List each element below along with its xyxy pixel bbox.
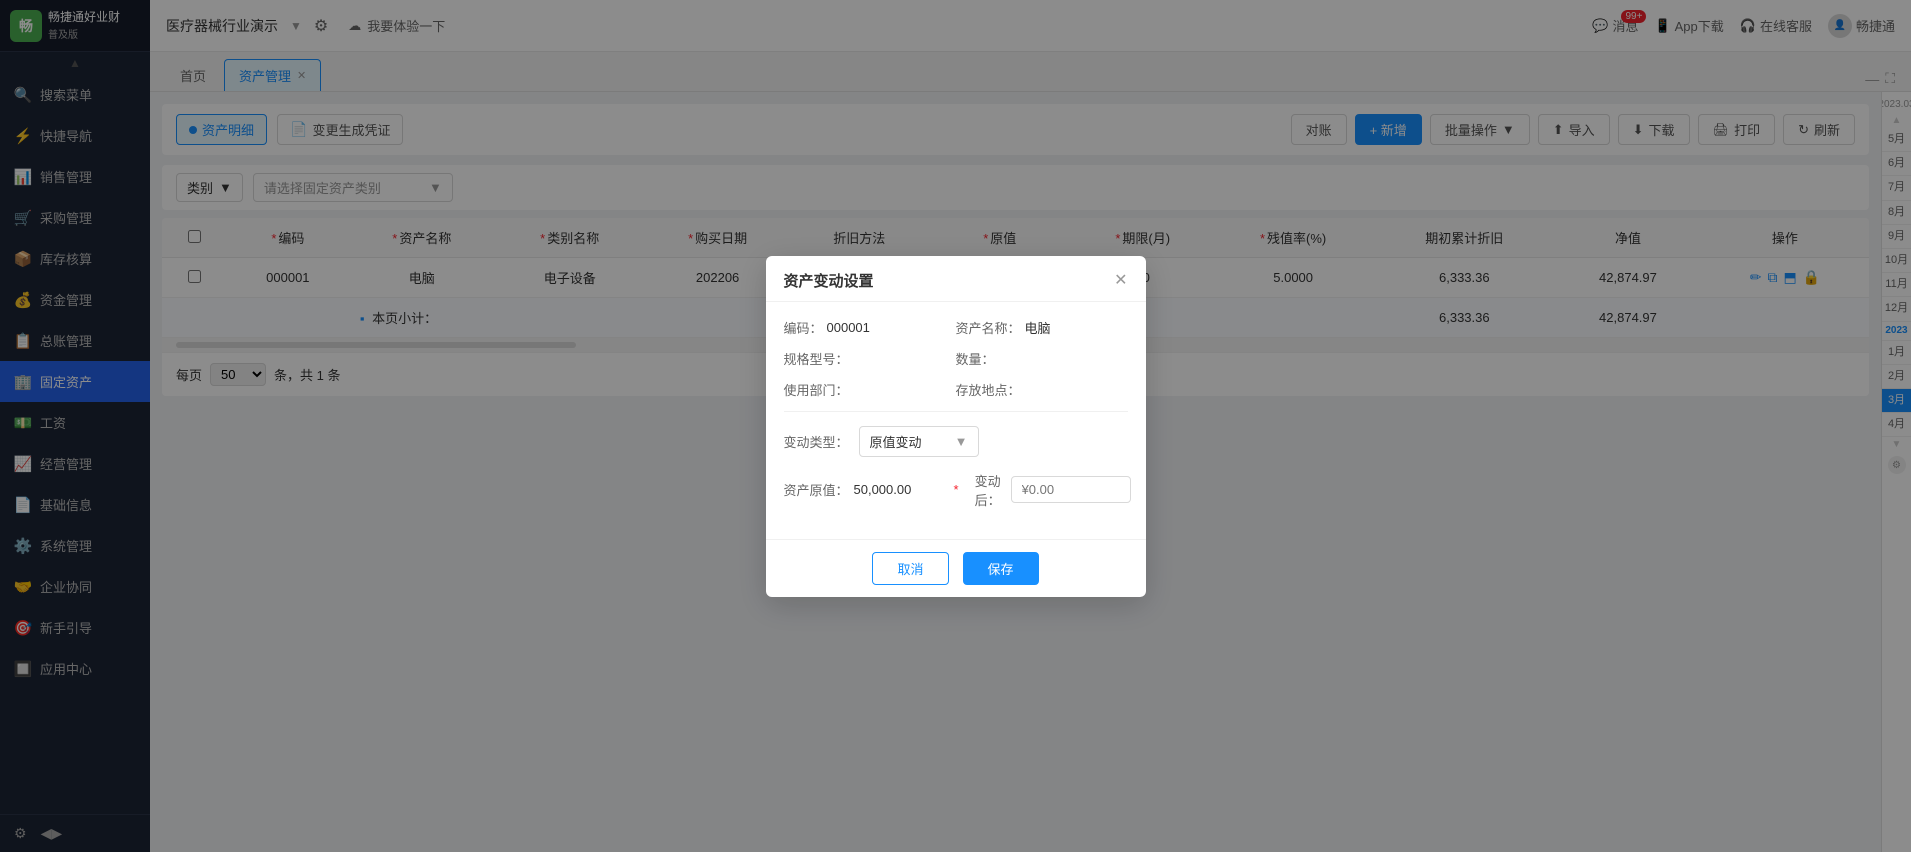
dialog-code-field: 编码： 000001 — [784, 318, 956, 337]
change-type-select[interactable]: 原值变动 ▼ — [859, 426, 979, 457]
dialog-quantity-field: 数量： — [956, 349, 1128, 368]
dialog-info-row-2: 规格型号： 数量： — [784, 349, 1128, 368]
dialog-divider — [784, 411, 1128, 412]
code-label: 编码： — [784, 318, 823, 337]
change-type-value: 原值变动 — [870, 432, 922, 451]
original-value-label: 资产原值： — [784, 480, 844, 499]
change-type-label: 变动类型： — [784, 432, 849, 451]
location-label: 存放地点： — [956, 380, 1021, 399]
quantity-label: 数量： — [956, 349, 995, 368]
dialog-overlay[interactable]: 资产变动设置 ✕ 编码： 000001 资产名称： 电脑 规格型号： — [0, 0, 1911, 852]
dialog-title: 资产变动设置 — [784, 270, 874, 291]
dialog-body: 编码： 000001 资产名称： 电脑 规格型号： 数量： — [766, 302, 1146, 539]
value-row: 资产原值： 50,000.00 * 变动后： — [784, 471, 1128, 509]
dialog-header: 资产变动设置 ✕ — [766, 256, 1146, 302]
change-type-row: 变动类型： 原值变动 ▼ — [784, 426, 1128, 457]
dialog-location-field: 存放地点： — [956, 380, 1128, 399]
required-star: * — [954, 482, 959, 497]
dialog-close-btn[interactable]: ✕ — [1114, 270, 1127, 290]
cancel-btn[interactable]: 取消 — [872, 552, 948, 585]
after-label: 变动后： — [975, 471, 1001, 509]
asset-change-dialog: 资产变动设置 ✕ 编码： 000001 资产名称： 电脑 规格型号： — [766, 256, 1146, 597]
dialog-info-row-1: 编码： 000001 资产名称： 电脑 — [784, 318, 1128, 337]
asset-name-value: 电脑 — [1025, 318, 1051, 337]
dialog-dept-field: 使用部门： — [784, 380, 956, 399]
dialog-footer: 取消 保存 — [766, 539, 1146, 597]
change-type-arrow: ▼ — [955, 434, 968, 449]
save-btn[interactable]: 保存 — [963, 552, 1039, 585]
asset-name-label: 资产名称： — [956, 318, 1021, 337]
spec-label: 规格型号： — [784, 349, 849, 368]
dialog-name-field: 资产名称： 电脑 — [956, 318, 1128, 337]
original-value-display: 50,000.00 — [854, 482, 944, 497]
after-value-input[interactable] — [1011, 476, 1131, 503]
code-value: 000001 — [827, 320, 870, 335]
dialog-spec-field: 规格型号： — [784, 349, 956, 368]
dialog-info-row-3: 使用部门： 存放地点： — [784, 380, 1128, 399]
dept-label: 使用部门： — [784, 380, 849, 399]
